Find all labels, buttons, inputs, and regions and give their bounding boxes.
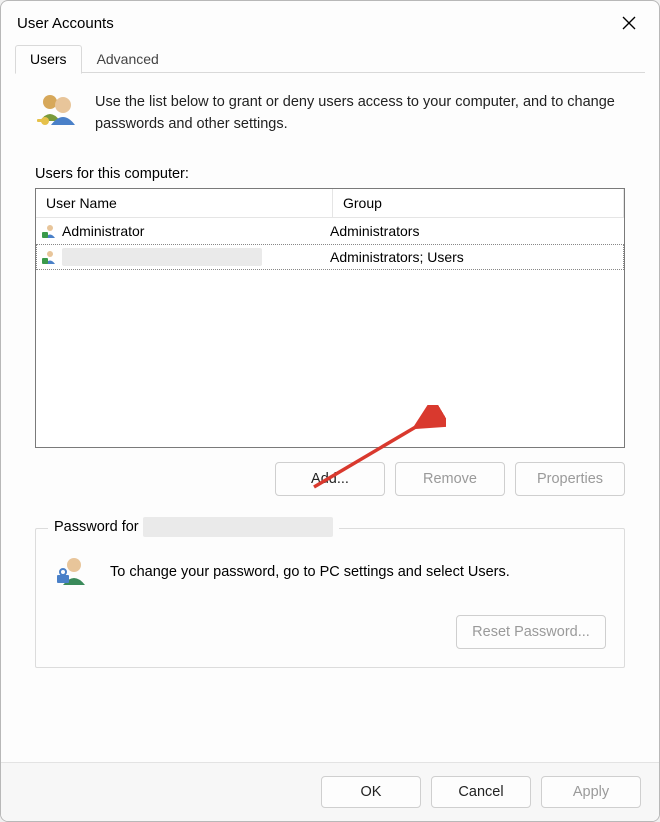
list-header: User Name Group [36, 189, 624, 218]
user-icon [42, 249, 58, 265]
list-row[interactable]: Administrator Administrators [36, 218, 624, 244]
titlebar: User Accounts [1, 1, 659, 45]
intro-row: Use the list below to grant or deny user… [35, 91, 625, 136]
tab-advanced[interactable]: Advanced [82, 45, 174, 73]
password-text: To change your password, go to PC settin… [110, 564, 510, 580]
user-icon [42, 223, 58, 239]
tab-strip: Users Advanced [1, 45, 659, 73]
remove-button: Remove [395, 462, 505, 496]
list-button-row: Add... Remove Properties [35, 462, 625, 496]
cell-group: Administrators [330, 223, 419, 239]
users-list[interactable]: User Name Group Administrator Administra… [35, 188, 625, 448]
column-user-name[interactable]: User Name [36, 189, 333, 217]
users-list-label: Users for this computer: [35, 166, 625, 182]
column-group[interactable]: Group [333, 189, 624, 217]
cell-group: Administrators; Users [330, 249, 464, 265]
cell-user-name-redacted [62, 248, 262, 266]
list-row[interactable]: Administrators; Users [36, 244, 624, 270]
password-group-legend: Password for [48, 517, 339, 537]
password-legend-user-redacted [143, 517, 333, 537]
user-accounts-dialog: User Accounts Users Advanced Use the lis… [0, 0, 660, 822]
window-title: User Accounts [17, 15, 114, 32]
password-icon [54, 553, 92, 591]
ok-button[interactable]: OK [321, 776, 421, 808]
properties-button: Properties [515, 462, 625, 496]
intro-text: Use the list below to grant or deny user… [95, 91, 625, 136]
password-legend-prefix: Password for [54, 519, 139, 535]
close-icon [622, 16, 636, 30]
password-group: Password for To change your password, go… [35, 528, 625, 668]
close-button[interactable] [613, 7, 645, 39]
reset-password-button: Reset Password... [456, 615, 606, 649]
dialog-footer: OK Cancel Apply [1, 762, 659, 821]
cell-user-name: Administrator [62, 223, 144, 239]
users-icon [35, 91, 79, 131]
cancel-button[interactable]: Cancel [431, 776, 531, 808]
apply-button: Apply [541, 776, 641, 808]
tab-users[interactable]: Users [15, 45, 82, 74]
add-button[interactable]: Add... [275, 462, 385, 496]
tab-panel-users: Use the list below to grant or deny user… [1, 73, 659, 668]
